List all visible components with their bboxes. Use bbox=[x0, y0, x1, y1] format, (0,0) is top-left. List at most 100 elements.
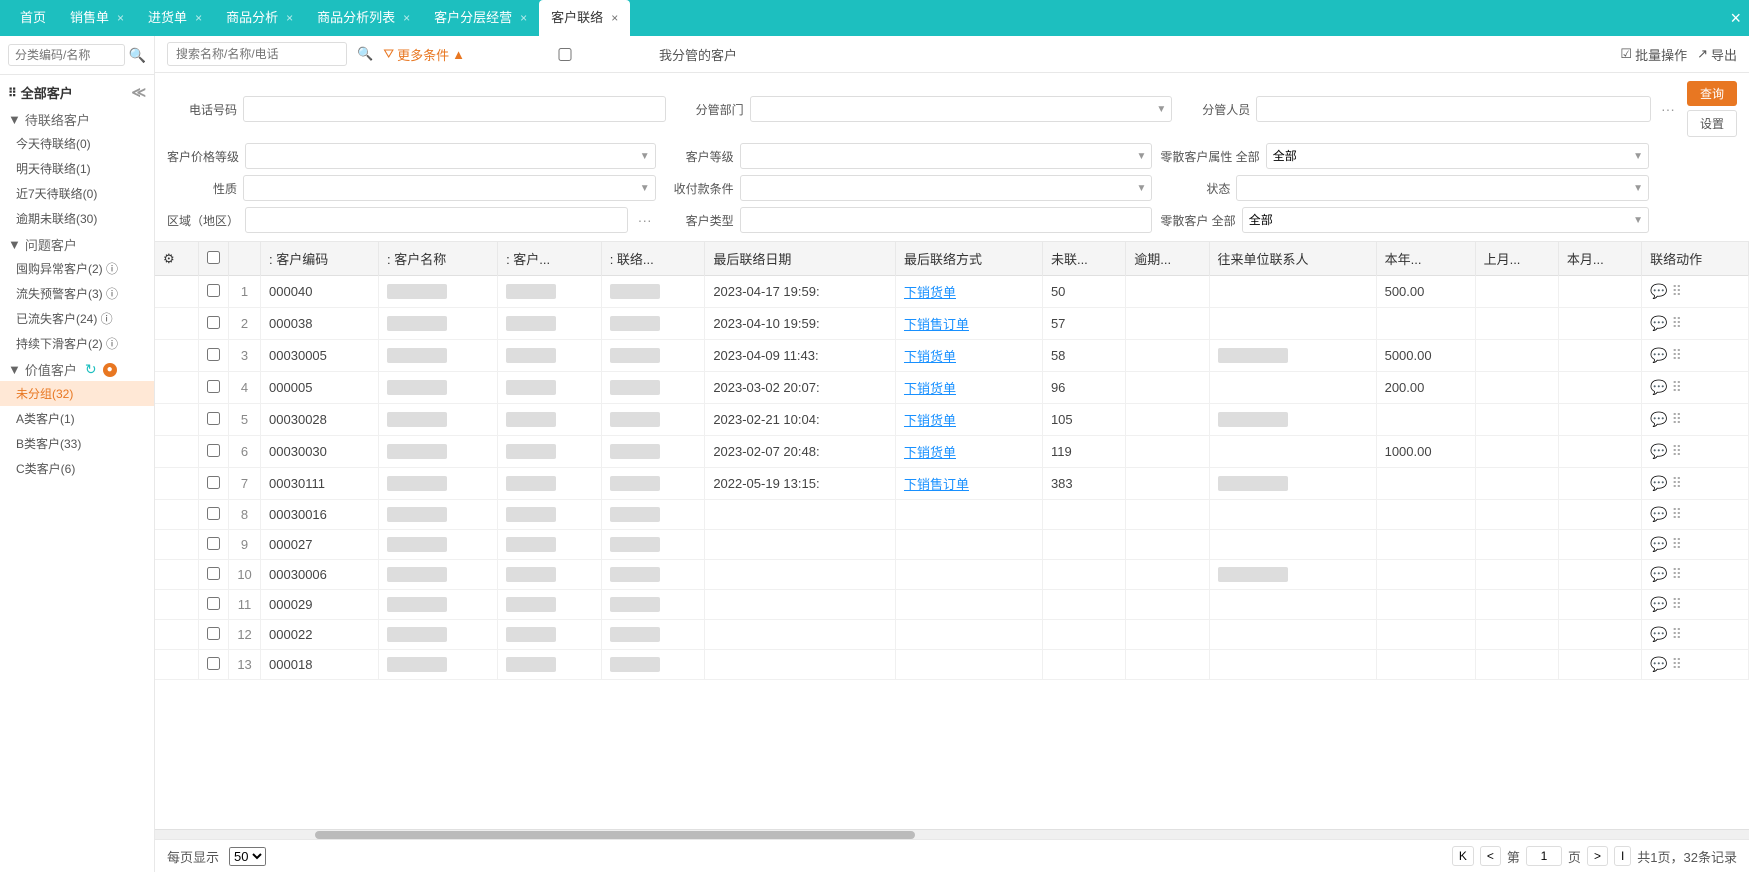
row-name[interactable] bbox=[378, 404, 497, 436]
sidebar-all-customers[interactable]: ⠿ 全部客户 ≪ bbox=[0, 75, 154, 106]
row-last-method[interactable] bbox=[895, 590, 1042, 620]
row-phone-icon[interactable]: 💬 bbox=[1650, 596, 1667, 613]
row-checkbox[interactable] bbox=[207, 627, 220, 640]
sidebar-item-overdue-pending[interactable]: 逾期未联络(30) bbox=[0, 206, 154, 231]
sidebar-item-class-a[interactable]: A类客户(1) bbox=[0, 406, 154, 431]
batch-op-btn[interactable]: ☑ 批量操作 bbox=[1620, 45, 1687, 64]
row-phone-icon[interactable]: 💬 bbox=[1650, 475, 1667, 492]
row-name[interactable] bbox=[378, 436, 497, 468]
row-phone-icon[interactable]: 💬 bbox=[1650, 566, 1667, 583]
row-last-method[interactable]: 下销货单 bbox=[895, 340, 1042, 372]
price-level-select[interactable] bbox=[245, 143, 656, 169]
close-purchase-tab-icon[interactable]: × bbox=[195, 0, 202, 36]
row-last-method[interactable]: 下销货单 bbox=[895, 436, 1042, 468]
close-customer-contact-tab-icon[interactable]: × bbox=[611, 0, 618, 36]
row-checkbox[interactable] bbox=[207, 444, 220, 457]
row-name[interactable] bbox=[378, 372, 497, 404]
my-customers-checkbox[interactable] bbox=[475, 48, 655, 61]
status-select[interactable] bbox=[1236, 175, 1649, 201]
export-btn[interactable]: ↗ 导出 bbox=[1697, 45, 1737, 64]
sidebar-group-value[interactable]: ▼ 价值客户 ↻ ● bbox=[0, 356, 154, 381]
per-page-select[interactable]: 50 bbox=[229, 847, 266, 866]
row-name[interactable] bbox=[378, 500, 497, 530]
close-analysis-tab-icon[interactable]: × bbox=[286, 0, 293, 36]
nav-tab-customer-contact[interactable]: 客户联络 × bbox=[539, 0, 630, 36]
nav-tab-analysis-list[interactable]: 商品分析列表 × bbox=[305, 0, 422, 36]
scatter-attr-select[interactable]: 全部 bbox=[1266, 143, 1649, 169]
row-last-method[interactable]: 下销售订单 bbox=[895, 308, 1042, 340]
close-customer-layer-tab-icon[interactable]: × bbox=[520, 0, 527, 36]
sidebar-item-class-b[interactable]: B类客户(33) bbox=[0, 431, 154, 456]
row-name[interactable] bbox=[378, 560, 497, 590]
row-name[interactable] bbox=[378, 276, 497, 308]
row-phone-icon[interactable]: 💬 bbox=[1650, 411, 1667, 428]
row-grid-icon[interactable]: ⠿ bbox=[1672, 347, 1682, 364]
customer-level-select[interactable] bbox=[740, 143, 1153, 169]
row-checkbox[interactable] bbox=[207, 657, 220, 670]
close-all-icon[interactable]: × bbox=[1730, 8, 1741, 29]
sidebar-search-icon[interactable]: 🔍 bbox=[129, 47, 146, 64]
horizontal-scrollbar[interactable] bbox=[155, 829, 1749, 839]
row-last-method[interactable]: 下销货单 bbox=[895, 276, 1042, 308]
row-phone-icon[interactable]: 💬 bbox=[1650, 536, 1667, 553]
my-customers-checkbox-wrap[interactable]: 我分管的客户 bbox=[475, 45, 737, 64]
row-grid-icon[interactable]: ⠿ bbox=[1672, 315, 1682, 332]
row-last-method[interactable] bbox=[895, 500, 1042, 530]
next-page-btn[interactable]: > bbox=[1587, 846, 1608, 866]
row-phone-icon[interactable]: 💬 bbox=[1650, 379, 1667, 396]
nature-select[interactable] bbox=[243, 175, 656, 201]
table-settings-icon[interactable]: ⚙ bbox=[155, 242, 199, 276]
select-all-checkbox[interactable] bbox=[207, 251, 220, 264]
row-phone-icon[interactable]: 💬 bbox=[1650, 656, 1667, 673]
row-phone-icon[interactable]: 💬 bbox=[1650, 626, 1667, 643]
last-page-btn[interactable]: I bbox=[1614, 846, 1631, 866]
row-checkbox[interactable] bbox=[207, 348, 220, 361]
row-last-method[interactable] bbox=[895, 560, 1042, 590]
row-grid-icon[interactable]: ⠿ bbox=[1672, 566, 1682, 583]
cust-type-input[interactable] bbox=[740, 207, 1153, 233]
nav-tab-analysis[interactable]: 商品分析 × bbox=[214, 0, 305, 36]
refresh-icon[interactable]: ↻ bbox=[85, 361, 97, 378]
sidebar-search-input[interactable] bbox=[8, 44, 125, 66]
row-checkbox[interactable] bbox=[207, 537, 220, 550]
person-dots-icon[interactable]: ··· bbox=[1657, 101, 1679, 117]
row-checkbox[interactable] bbox=[207, 316, 220, 329]
search-input[interactable] bbox=[167, 42, 347, 66]
row-checkbox[interactable] bbox=[207, 597, 220, 610]
query-button[interactable]: 查询 bbox=[1687, 81, 1737, 106]
sidebar-item-declining[interactable]: 持续下滑客户(2) ⓘ bbox=[0, 331, 154, 356]
row-grid-icon[interactable]: ⠿ bbox=[1672, 596, 1682, 613]
sidebar-item-today-pending[interactable]: 今天待联络(0) bbox=[0, 131, 154, 156]
nav-tab-sales[interactable]: 销售单 × bbox=[58, 0, 136, 36]
row-name[interactable] bbox=[378, 590, 497, 620]
region-input[interactable] bbox=[245, 207, 628, 233]
row-last-method[interactable]: 下销货单 bbox=[895, 372, 1042, 404]
row-checkbox[interactable] bbox=[207, 380, 220, 393]
nav-tab-customer-layer[interactable]: 客户分层经营 × bbox=[422, 0, 539, 36]
row-name[interactable] bbox=[378, 340, 497, 372]
search-icon[interactable]: 🔍 bbox=[357, 46, 373, 62]
row-grid-icon[interactable]: ⠿ bbox=[1672, 656, 1682, 673]
row-grid-icon[interactable]: ⠿ bbox=[1672, 475, 1682, 492]
more-conditions-btn[interactable]: ⛛ 更多条件 ▲ bbox=[383, 45, 465, 64]
row-grid-icon[interactable]: ⠿ bbox=[1672, 443, 1682, 460]
person-input[interactable] bbox=[1256, 96, 1651, 122]
nav-tab-purchase[interactable]: 进货单 × bbox=[136, 0, 214, 36]
row-phone-icon[interactable]: 💬 bbox=[1650, 506, 1667, 523]
row-grid-icon[interactable]: ⠿ bbox=[1672, 506, 1682, 523]
nav-tab-home[interactable]: 首页 bbox=[8, 0, 58, 36]
sidebar-collapse-icon[interactable]: ≪ bbox=[131, 84, 146, 101]
row-name[interactable] bbox=[378, 308, 497, 340]
row-last-method[interactable]: 下销货单 bbox=[895, 404, 1042, 436]
row-grid-icon[interactable]: ⠿ bbox=[1672, 536, 1682, 553]
row-name[interactable] bbox=[378, 620, 497, 650]
row-grid-icon[interactable]: ⠿ bbox=[1672, 626, 1682, 643]
row-checkbox[interactable] bbox=[207, 284, 220, 297]
phone-input[interactable] bbox=[243, 96, 666, 122]
row-phone-icon[interactable]: 💬 bbox=[1650, 315, 1667, 332]
close-analysis-list-tab-icon[interactable]: × bbox=[403, 0, 410, 36]
row-grid-icon[interactable]: ⠿ bbox=[1672, 411, 1682, 428]
sidebar-item-churned[interactable]: 已流失客户(24) ⓘ bbox=[0, 306, 154, 331]
row-last-method[interactable] bbox=[895, 530, 1042, 560]
row-phone-icon[interactable]: 💬 bbox=[1650, 283, 1667, 300]
